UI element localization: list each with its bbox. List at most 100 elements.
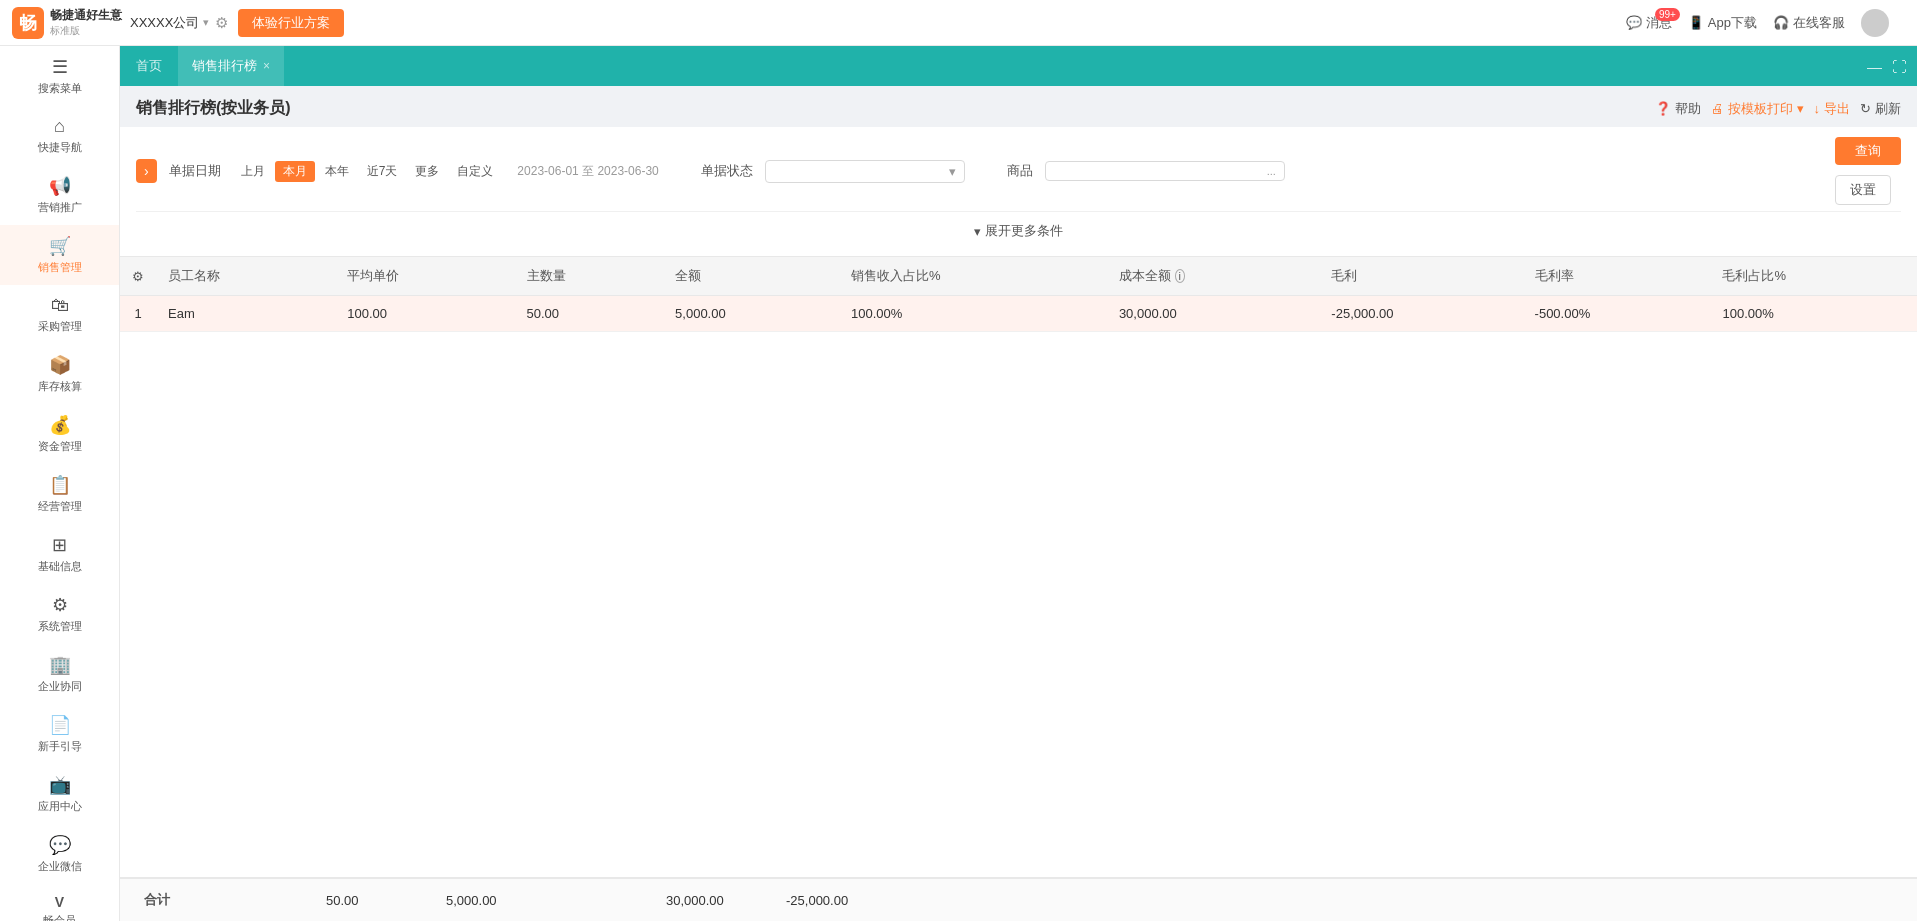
col-sales-pct: 销售收入占比% xyxy=(839,257,1107,296)
col-cost: 成本全额 i xyxy=(1107,257,1319,296)
top-bar: 畅 畅捷通好生意 标准版 XXXXX公司 ▾ ⚙ 体验行业方案 💬 消息 99+… xyxy=(0,0,1917,46)
refresh-button[interactable]: ↻ 刷新 xyxy=(1860,100,1901,118)
online-service-button[interactable]: 🎧 在线客服 xyxy=(1773,14,1845,32)
footer-qty-val: 50.00 xyxy=(314,889,394,912)
col-amount: 全额 xyxy=(663,257,839,296)
goods-filter[interactable]: ... xyxy=(1045,161,1285,181)
sidebar-item-collab-label: 企业协同 xyxy=(38,679,82,694)
tab-minimize-icon[interactable]: — xyxy=(1867,58,1882,75)
sidebar-item-quick-nav-label: 快捷导航 xyxy=(38,140,82,155)
sidebar-item-guide[interactable]: 📄 新手引导 xyxy=(0,704,119,764)
content-inner: 销售排行榜(按业务员) ❓ 帮助 🖨 按模板打印 ▾ ↓ xyxy=(120,86,1917,921)
row-rank: 1 xyxy=(120,296,156,332)
date-tab-this-month[interactable]: 本月 xyxy=(275,161,315,182)
message-button[interactable]: 💬 消息 99+ xyxy=(1626,14,1672,32)
footer-total-label: 合计 xyxy=(132,887,182,913)
row-sales-pct: 100.00% xyxy=(839,296,1107,332)
top-bar-right: 💬 消息 99+ 📱 App下载 🎧 在线客服 xyxy=(1626,9,1905,37)
sidebar-item-sales[interactable]: 🛒 销售管理 xyxy=(0,225,119,285)
date-tabs: 上月 本月 本年 近7天 更多 自定义 xyxy=(233,161,502,182)
tab-maximize-icon[interactable]: ⛶ xyxy=(1892,58,1907,75)
sidebar-item-finance-label: 资金管理 xyxy=(38,439,82,454)
sidebar-item-search[interactable]: ☰ 搜索菜单 xyxy=(0,46,119,106)
page-title: 销售排行榜(按业务员) xyxy=(136,98,291,119)
col-employee-name: 员工名称 xyxy=(156,257,335,296)
sidebar-item-collab[interactable]: 🏢 企业协同 xyxy=(0,644,119,704)
export-button[interactable]: ↓ 导出 xyxy=(1814,100,1851,118)
date-range-text: 2023-06-01 至 2023-06-30 xyxy=(517,163,658,180)
sales-icon: 🛒 xyxy=(49,235,71,257)
footer-amount-val: 5,000.00 xyxy=(434,889,554,912)
date-tab-custom[interactable]: 自定义 xyxy=(449,161,501,182)
avatar[interactable] xyxy=(1861,9,1889,37)
filter-row-1: › 单据日期 上月 本月 本年 近7天 更多 自定义 2023-06-01 至 … xyxy=(136,137,1901,205)
print-button[interactable]: 🖨 按模板打印 ▾ xyxy=(1711,100,1804,118)
status-filter-label: 单据状态 xyxy=(701,162,753,180)
tab-bar: 首页 销售排行榜 × — ⛶ xyxy=(120,46,1917,86)
data-table: ⚙ 员工名称 平均单价 主数量 全额 销售收入占比% 成本全额 i 毛利 毛利率… xyxy=(120,257,1917,332)
export-label: 导出 xyxy=(1824,100,1850,118)
sidebar-item-finance[interactable]: 💰 资金管理 xyxy=(0,404,119,464)
member-icon: V xyxy=(55,894,64,910)
app-center-icon: 📺 xyxy=(49,774,71,796)
headset-icon: 🎧 xyxy=(1773,15,1789,30)
footer-gross-val: -25,000.00 xyxy=(774,889,894,912)
query-button[interactable]: 查询 xyxy=(1835,137,1901,165)
sidebar-item-sales-label: 销售管理 xyxy=(38,260,82,275)
sidebar-item-marketing-label: 营销推广 xyxy=(38,200,82,215)
tab-home-label: 首页 xyxy=(136,57,162,75)
date-tab-this-year[interactable]: 本年 xyxy=(317,161,357,182)
help-button[interactable]: ❓ 帮助 xyxy=(1655,100,1701,118)
page-actions: ❓ 帮助 🖨 按模板打印 ▾ ↓ 导出 ↻ xyxy=(1655,100,1902,118)
row-employee-name: Eam xyxy=(156,296,335,332)
sidebar-item-member[interactable]: V 畅会员 xyxy=(0,884,119,921)
date-tab-7days[interactable]: 近7天 xyxy=(359,161,406,182)
sidebar-item-wechat-label: 企业微信 xyxy=(38,859,82,874)
setting-button[interactable]: 设置 xyxy=(1835,175,1891,205)
tab-close-icon[interactable]: × xyxy=(263,59,270,73)
tab-home[interactable]: 首页 xyxy=(120,46,178,86)
col-settings[interactable]: ⚙ xyxy=(120,257,156,296)
sidebar-item-app-center[interactable]: 📺 应用中心 xyxy=(0,764,119,824)
page-header: 销售排行榜(按业务员) ❓ 帮助 🖨 按模板打印 ▾ ↓ xyxy=(120,86,1917,127)
message-icon: 💬 xyxy=(1626,15,1642,30)
logo-text: 畅捷通好生意 标准版 xyxy=(50,7,122,38)
sidebar-item-operation[interactable]: 📋 经营管理 xyxy=(0,464,119,524)
logo-icon: 畅 xyxy=(12,7,44,39)
app-download-button[interactable]: 📱 App下载 xyxy=(1688,14,1757,32)
table-footer: 合计 50.00 5,000.00 30,000.00 -25,000.00 xyxy=(120,877,1917,921)
operation-icon: 📋 xyxy=(49,474,71,496)
finance-icon: 💰 xyxy=(49,414,71,436)
sidebar-item-marketing[interactable]: 📢 营销推广 xyxy=(0,165,119,225)
date-tab-more[interactable]: 更多 xyxy=(407,161,447,182)
expand-more-button[interactable]: ▾ 展开更多条件 xyxy=(136,216,1901,246)
marketing-icon: 📢 xyxy=(49,175,71,197)
company-selector[interactable]: XXXXX公司 ▾ xyxy=(130,14,209,32)
filter-expand-arrow[interactable]: › xyxy=(136,159,157,183)
try-industry-button[interactable]: 体验行业方案 xyxy=(238,9,344,37)
search-menu-icon: ☰ xyxy=(52,56,68,78)
sidebar-item-operation-label: 经营管理 xyxy=(38,499,82,514)
logo-title: 畅捷通好生意 xyxy=(50,7,122,24)
print-icon: 🖨 xyxy=(1711,101,1724,116)
status-select[interactable]: ▾ xyxy=(765,160,965,183)
sidebar-item-system-label: 系统管理 xyxy=(38,619,82,634)
wechat-icon: 💬 xyxy=(49,834,71,856)
app-download-label: App下载 xyxy=(1708,14,1757,32)
sidebar-item-system[interactable]: ⚙ 系统管理 xyxy=(0,584,119,644)
row-qty: 50.00 xyxy=(515,296,664,332)
collab-icon: 🏢 xyxy=(49,654,71,676)
sidebar-item-wechat[interactable]: 💬 企业微信 xyxy=(0,824,119,884)
company-name: XXXXX公司 xyxy=(130,14,199,32)
tab-sales-ranking[interactable]: 销售排行榜 × xyxy=(178,46,284,86)
goods-filter-label: 商品 xyxy=(1007,162,1033,180)
sidebar-item-quick-nav[interactable]: ⌂ 快捷导航 xyxy=(0,106,119,165)
inventory-icon: 📦 xyxy=(49,354,71,376)
online-service-label: 在线客服 xyxy=(1793,14,1845,32)
sidebar-item-basic[interactable]: ⊞ 基础信息 xyxy=(0,524,119,584)
settings-icon[interactable]: ⚙ xyxy=(215,14,228,32)
main-area: ☰ 搜索菜单 ⌂ 快捷导航 📢 营销推广 🛒 销售管理 🛍 采购管理 📦 库 xyxy=(0,46,1917,921)
sidebar-item-purchase[interactable]: 🛍 采购管理 xyxy=(0,285,119,344)
date-tab-last-month[interactable]: 上月 xyxy=(233,161,273,182)
sidebar-item-inventory[interactable]: 📦 库存核算 xyxy=(0,344,119,404)
